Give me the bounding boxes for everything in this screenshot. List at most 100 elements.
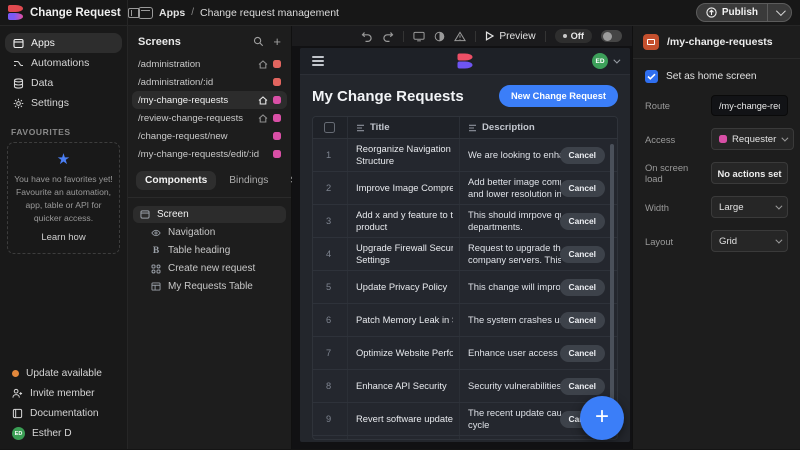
button-icon	[151, 264, 161, 274]
undo-button[interactable]	[361, 31, 373, 42]
cancel-request-button[interactable]: Cancel	[559, 311, 605, 329]
user-menu-item[interactable]: ED Esther D	[5, 424, 122, 443]
table-row[interactable]: 9 Revert software update The recent upda…	[313, 403, 617, 436]
toolbar-divider	[403, 30, 405, 42]
cancel-request-button[interactable]: Cancel	[559, 179, 605, 197]
automations-icon	[14, 60, 23, 66]
component-screen[interactable]: Screen	[133, 206, 286, 223]
tab-components[interactable]: Components	[136, 171, 217, 190]
breadcrumb-section[interactable]: Apps	[159, 7, 185, 19]
cancel-request-button[interactable]: Cancel	[559, 146, 605, 164]
layout-select[interactable]: Grid	[711, 230, 788, 252]
app-user-menu[interactable]: ED	[592, 53, 621, 69]
sidebar-item-settings[interactable]: Settings	[5, 93, 122, 113]
column-header-title[interactable]: Title	[347, 117, 459, 138]
access-role-dot	[273, 132, 281, 140]
redo-button[interactable]	[382, 31, 394, 42]
breadcrumb: Apps / Change request management	[128, 0, 349, 25]
mode-toggle[interactable]	[601, 30, 622, 42]
width-select[interactable]: Large	[711, 196, 788, 218]
add-screen-button[interactable]: +	[273, 35, 281, 48]
select-all-checkbox[interactable]	[324, 122, 335, 133]
device-preview-button[interactable]	[413, 31, 425, 42]
home-icon	[258, 59, 268, 69]
sidebar-item-automations[interactable]: Automations	[5, 53, 122, 73]
cancel-request-button[interactable]: Cancel	[559, 344, 605, 362]
component-table-heading[interactable]: B Table heading	[133, 242, 286, 259]
table-row[interactable]: 6 Patch Memory Leak in Server The system…	[313, 304, 617, 337]
screen-row-administration-id[interactable]: /administration/:id	[132, 73, 287, 91]
cancel-request-button[interactable]: Cancel	[559, 377, 605, 395]
table-row[interactable]: 3 Add x and y feature to the product Thi…	[313, 205, 617, 238]
sidebar-item-data[interactable]: Data	[5, 73, 122, 93]
search-icon	[254, 36, 264, 47]
route-input[interactable]	[711, 95, 788, 116]
sidebar-item-apps[interactable]: Apps	[5, 33, 122, 53]
app-preview-frame: ED My Change Requests New Change Request	[300, 48, 630, 442]
screen-row-review-change-requests[interactable]: /review-change-requests	[132, 109, 287, 127]
cell-action: Cancel	[559, 278, 617, 296]
warning-icon[interactable]	[454, 30, 467, 42]
cancel-request-button[interactable]: Cancel	[559, 212, 605, 230]
component-navigation[interactable]: Navigation	[133, 224, 286, 241]
table-row[interactable]: 4 Upgrade Firewall Security Settings Req…	[313, 238, 617, 271]
publish-button[interactable]: Publish	[697, 4, 767, 21]
new-change-request-button[interactable]: New Change Request	[498, 85, 618, 107]
publish-split-button: Publish	[695, 3, 792, 22]
search-screens-button[interactable]	[253, 36, 264, 47]
component-my-requests-table[interactable]: My Requests Table	[133, 278, 286, 295]
component-create-new-request[interactable]: Create new request	[133, 260, 286, 277]
grid-mode-pill[interactable]: Off	[554, 29, 592, 43]
access-role-dot	[273, 150, 281, 158]
table-row[interactable]: 7 Optimize Website Performance Enhance u…	[313, 337, 617, 370]
home-screen-setting[interactable]: Set as home screen	[645, 70, 788, 83]
row-number: 9	[326, 414, 332, 424]
publish-dropdown-button[interactable]	[767, 4, 791, 21]
preview-button[interactable]: Preview	[485, 31, 536, 42]
table-row[interactable]: 5 Update Privacy Policy This change will…	[313, 271, 617, 304]
cell-title: Improve Image Compression	[347, 172, 459, 204]
screen-row-my-change-requests[interactable]: /my-change-requests	[132, 91, 287, 109]
cancel-request-button[interactable]: Cancel	[559, 245, 605, 263]
screen-row-my-change-requests-edit[interactable]: /my-change-requests/edit/:id	[132, 145, 287, 163]
cell-action: Cancel	[559, 344, 617, 362]
breadcrumb-page: Change request management	[200, 6, 339, 19]
column-header-description[interactable]: Description	[459, 117, 561, 138]
screen-row-change-request-new[interactable]: /change-request/new	[132, 127, 287, 145]
app-preview-body: My Change Requests New Change Request Ti…	[300, 75, 630, 442]
row-number: 8	[326, 381, 332, 391]
screen-settings-form: Set as home screen Route Access Requeste…	[633, 59, 800, 263]
screen-row-administration[interactable]: /administration	[132, 55, 287, 73]
favourites-empty-card: ★ You have no favorites yet! Favourite a…	[7, 142, 120, 254]
documentation-item[interactable]: Documentation	[5, 404, 122, 423]
update-available-item[interactable]: Update available	[5, 364, 122, 383]
table-row[interactable]: 2 Improve Image Compression Add better i…	[313, 172, 617, 205]
learn-how-link[interactable]: Learn how	[14, 232, 113, 243]
hamburger-menu-icon[interactable]	[312, 56, 324, 66]
table-scrollbar[interactable]	[610, 144, 614, 434]
table-row[interactable]: 1 Reorganize Navigation Structure We are…	[313, 139, 617, 172]
row-number: 5	[326, 282, 332, 292]
cell-description: Security vulnerabilities were found a	[459, 370, 561, 402]
status-dot-icon	[562, 34, 567, 38]
heading-icon: B	[152, 245, 160, 256]
access-role-dot	[273, 60, 281, 68]
cell-title: Enhance API Security	[347, 370, 459, 402]
on-screen-load-button[interactable]: No actions set	[711, 162, 788, 184]
cell-description: Enhance user access and permissions	[459, 337, 561, 369]
canvas-toolbar: Preview Off	[292, 26, 632, 46]
route-field: Route	[645, 95, 788, 116]
add-row-fab-button[interactable]: +	[580, 396, 624, 440]
access-select[interactable]: Requester	[711, 128, 795, 150]
access-role-dot	[273, 114, 281, 122]
requests-table: Title Description 1 Reorganize Navigatio…	[312, 116, 618, 440]
cancel-request-button[interactable]: Cancel	[559, 278, 605, 296]
app-page-title: My Change Requests	[312, 87, 464, 105]
table-row[interactable]: 8 Enhance API Security Security vulnerab…	[313, 370, 617, 403]
tab-bindings[interactable]: Bindings	[220, 171, 277, 190]
checkbox-checked-icon[interactable]	[645, 70, 658, 83]
row-number: 1	[326, 150, 332, 160]
invite-member-item[interactable]: Invite member	[5, 384, 122, 403]
cell-title: Update Privacy Policy	[347, 271, 459, 303]
theme-button[interactable]	[434, 31, 445, 42]
